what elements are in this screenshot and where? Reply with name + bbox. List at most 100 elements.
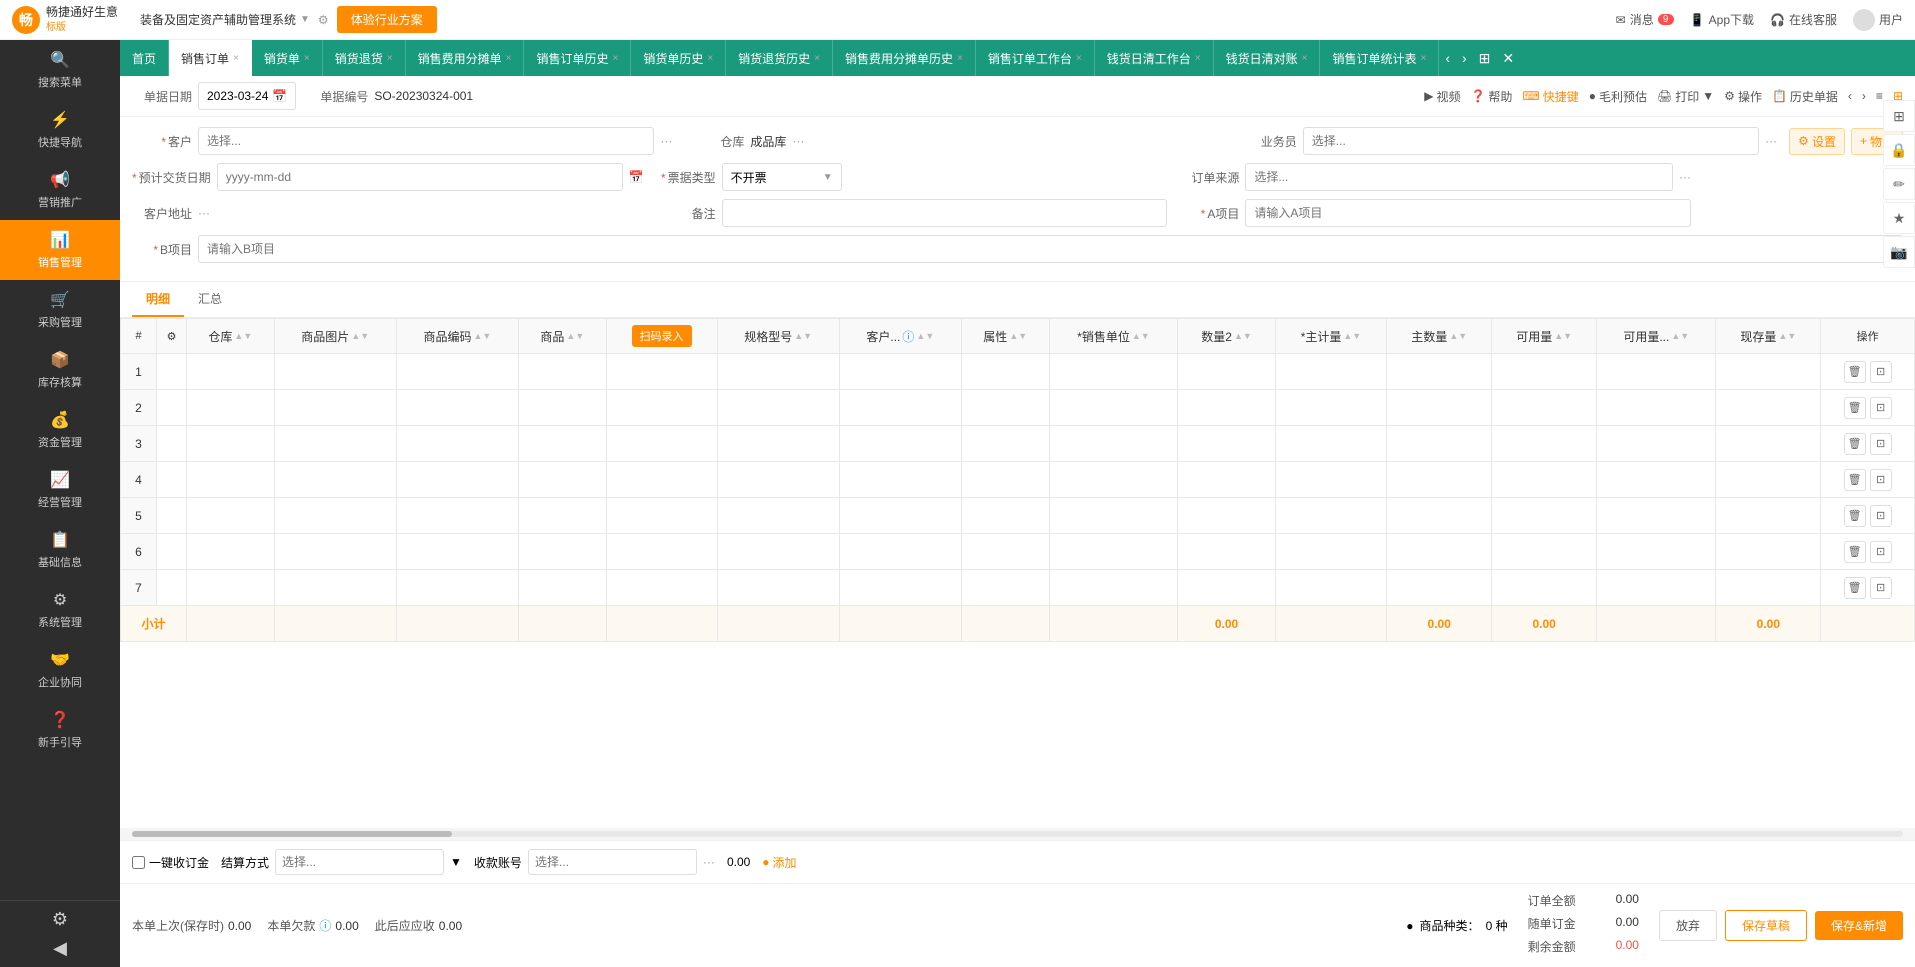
tab-home[interactable]: 首页 (120, 40, 169, 76)
tab-sales-invoice[interactable]: 销货单 × (252, 40, 323, 76)
scroll-thumb[interactable] (132, 831, 452, 837)
tab-daily-workbench[interactable]: 钱货日清工作台 × (1095, 40, 1214, 76)
remark-input[interactable] (722, 199, 1168, 227)
settings-button[interactable]: ⚙ 设置 (1789, 128, 1845, 155)
view-video-button[interactable]: ▶ 视频 (1424, 88, 1460, 105)
tab-close-icon[interactable]: × (1195, 53, 1201, 64)
system-name[interactable]: 装备及固定资产辅助管理系统 ▼ (140, 11, 310, 28)
tab-daily-reconcile[interactable]: 钱货日清对账 × (1214, 40, 1321, 76)
sidebar-item-finance[interactable]: 💰 资金管理 (0, 400, 120, 460)
view-list-button[interactable]: ≡ (1876, 89, 1883, 103)
sidebar-item-quicknav[interactable]: ⚡ 快捷导航 (0, 100, 120, 160)
tab-close-icon[interactable]: × (233, 53, 239, 64)
tab-close-icon[interactable]: × (707, 53, 713, 64)
print-button[interactable]: 🖨 打印 ▼ (1657, 88, 1714, 105)
date-input[interactable]: 2023-03-24 📅 (198, 82, 296, 110)
scan-button[interactable]: 扫码录入 (632, 325, 692, 347)
save-new-button[interactable]: 保存&新增 (1815, 911, 1903, 940)
row-copy-button[interactable]: ⊡ (1870, 577, 1892, 599)
sidebar-item-system[interactable]: ⚙ 系统管理 (0, 580, 120, 640)
th-qty2[interactable]: 数量2▲▼ (1178, 319, 1275, 354)
trial-solution-button[interactable]: 体验行业方案 (337, 6, 437, 33)
tab-more-button[interactable]: ⊞ (1473, 50, 1497, 67)
discard-button[interactable]: 放弃 (1659, 910, 1717, 941)
app-download-item[interactable]: 📱 App下载 (1690, 11, 1754, 28)
order-source-input[interactable] (1245, 163, 1673, 191)
row-delete-button[interactable]: 🗑 (1844, 397, 1866, 419)
help-button[interactable]: ❓ 帮助 (1470, 88, 1512, 105)
tab-sales-return[interactable]: 销货退货 × (323, 40, 406, 76)
customer-input[interactable] (198, 127, 654, 155)
save-draft-button[interactable]: 保存草稿 (1725, 910, 1807, 941)
tab-order-workbench[interactable]: 销售订单工作台 × (976, 40, 1095, 76)
tab-close-icon[interactable]: × (1302, 53, 1308, 64)
sidebar-item-search[interactable]: 🔍 搜索菜单 (0, 40, 120, 100)
th-spec[interactable]: 规格型号▲▼ (717, 319, 839, 354)
scroll-track[interactable] (132, 831, 1903, 837)
tab-close-icon[interactable]: × (304, 53, 310, 64)
float-btn-3[interactable]: ✏ (1883, 168, 1915, 200)
sidebar-item-sales[interactable]: 📊 销售管理 (0, 220, 120, 280)
account-dots-icon[interactable]: ··· (703, 855, 715, 869)
account-input[interactable] (528, 849, 697, 875)
a-project-input[interactable] (1245, 199, 1691, 227)
tab-return-history[interactable]: 销货退货历史 × (726, 40, 833, 76)
sidebar-item-operations[interactable]: 📈 经营管理 (0, 460, 120, 520)
row-copy-button[interactable]: ⊡ (1870, 469, 1892, 491)
online-service-item[interactable]: 🎧 在线客服 (1770, 11, 1837, 28)
tab-close-icon[interactable]: × (957, 53, 963, 64)
th-settings[interactable]: ⚙ (157, 319, 187, 354)
checkout-method-input[interactable] (275, 849, 444, 875)
tab-order-history[interactable]: 销售订单历史 × (524, 40, 631, 76)
row-copy-button[interactable]: ⊡ (1870, 433, 1892, 455)
add-button[interactable]: ● 添加 (762, 854, 796, 871)
tab-fee-history[interactable]: 销售费用分摊单历史 × (833, 40, 976, 76)
history-button[interactable]: 📋 历史单据 (1772, 88, 1838, 105)
tab-close-icon[interactable]: × (506, 53, 512, 64)
th-available2[interactable]: 可用量...▲▼ (1597, 319, 1716, 354)
tab-close-all-button[interactable]: ✕ (1496, 50, 1520, 67)
delivery-input[interactable] (217, 163, 623, 191)
float-btn-4[interactable]: ★ (1883, 202, 1915, 234)
sidebar-item-guide[interactable]: ❓ 新手引导 (0, 700, 120, 760)
message-icon-item[interactable]: ✉ 消息 9 (1616, 11, 1674, 28)
float-btn-5[interactable]: 📷 (1883, 236, 1915, 268)
order-source-dots-icon[interactable]: ··· (1679, 170, 1691, 184)
auto-checkout-checkbox[interactable]: 一键收订金 (132, 854, 209, 871)
warehouse-dots-icon[interactable]: ··· (792, 134, 804, 148)
b-project-input[interactable] (198, 235, 1903, 263)
th-current[interactable]: 现存量▲▼ (1716, 319, 1821, 354)
row-delete-button[interactable]: 🗑 (1844, 433, 1866, 455)
tab-fee-split[interactable]: 销售费用分摊单 × (406, 40, 525, 76)
th-main-unit[interactable]: *主计量▲▼ (1275, 319, 1387, 354)
staff-input[interactable] (1303, 127, 1759, 155)
tab-close-icon[interactable]: × (387, 53, 393, 64)
tab-order-stats[interactable]: 销售订单统计表 × (1320, 40, 1439, 76)
sidebar-item-basics[interactable]: 📋 基础信息 (0, 520, 120, 580)
float-btn-2[interactable]: 🔒 (1883, 134, 1915, 166)
auto-checkout-check[interactable] (132, 856, 145, 869)
tab-detail[interactable]: 明细 (132, 282, 184, 317)
row-delete-button[interactable]: 🗑 (1844, 469, 1866, 491)
tab-invoice-history[interactable]: 销货单历史 × (631, 40, 726, 76)
tab-summary[interactable]: 汇总 (184, 282, 236, 317)
invoice-select[interactable]: 不开票 ▼ (722, 163, 842, 191)
sidebar-item-inventory[interactable]: 📦 库存核算 (0, 340, 120, 400)
tab-next-button[interactable]: › (1456, 50, 1473, 66)
row-delete-button[interactable]: 🗑 (1844, 577, 1866, 599)
tab-close-icon[interactable]: × (612, 53, 618, 64)
th-code[interactable]: 商品编码▲▼ (396, 319, 518, 354)
row-copy-button[interactable]: ⊡ (1870, 541, 1892, 563)
nav-next-button[interactable]: › (1862, 89, 1866, 103)
sidebar-collapse-icon[interactable]: ◀ (53, 938, 67, 959)
address-dots-icon[interactable]: ··· (198, 206, 210, 220)
float-btn-1[interactable]: ⊞ (1883, 100, 1915, 132)
row-delete-button[interactable]: 🗑 (1844, 361, 1866, 383)
tab-close-icon[interactable]: × (1420, 53, 1426, 64)
staff-dots-icon[interactable]: ··· (1765, 134, 1777, 148)
shortcut-button[interactable]: ⌨ 快捷键 (1522, 88, 1578, 105)
th-main-qty[interactable]: 主数量▲▼ (1387, 319, 1492, 354)
th-unit[interactable]: *销售单位▲▼ (1049, 319, 1178, 354)
sidebar-item-marketing[interactable]: 📢 营销推广 (0, 160, 120, 220)
th-warehouse[interactable]: 仓库▲▼ (187, 319, 275, 354)
